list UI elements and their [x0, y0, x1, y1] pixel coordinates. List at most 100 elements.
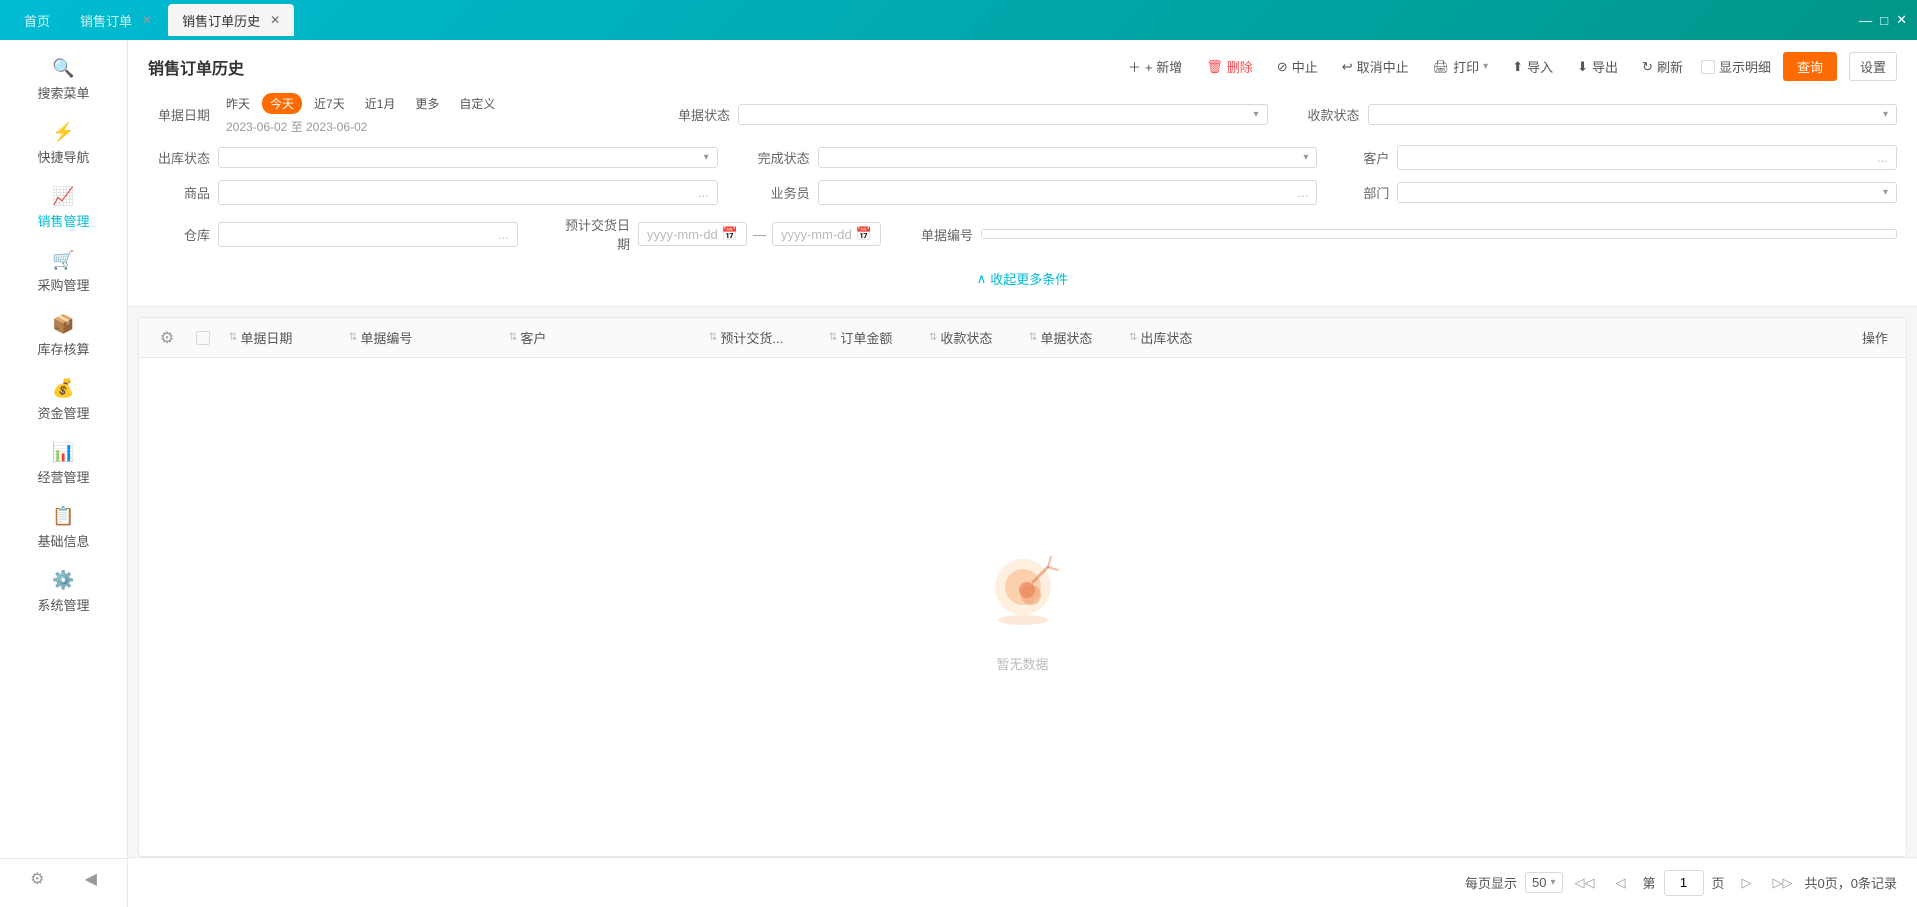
sidebar-item-inventory[interactable]: 📦 库存核算 [0, 304, 127, 368]
th-docno[interactable]: ⇅ 单据编号 [341, 328, 501, 347]
new-button[interactable]: ＋ + 新增 [1122, 53, 1188, 80]
sort-pay-status-icon: ⇅ [929, 332, 937, 343]
tab-sales-order-history[interactable]: 销售订单历史 ✕ [168, 4, 294, 36]
prev-page-icon: ◁ [1616, 875, 1626, 891]
warehouse-ellipsis[interactable]: ... [498, 227, 509, 242]
collapse-button[interactable]: ∧ 收起更多条件 [148, 263, 1897, 294]
th-stock-status[interactable]: ⇅ 出库状态 [1121, 328, 1241, 347]
delivery-date-start[interactable]: yyyy-mm-dd 📅 [638, 222, 747, 246]
date-opt-yesterday[interactable]: 昨天 [218, 93, 258, 114]
tab-sales-order[interactable]: 销售订单 ✕ [66, 4, 166, 36]
sidebar-item-basic-info[interactable]: 📋 基础信息 [0, 496, 127, 560]
sidebar-item-sales[interactable]: 📈 销售管理 [0, 176, 127, 240]
prev-page-button[interactable]: ◁ [1607, 869, 1635, 897]
search-icon: 🔍 [52, 58, 74, 79]
refresh-button[interactable]: ↻ 刷新 [1636, 53, 1689, 80]
show-detail-control[interactable]: 显示明细 [1701, 57, 1771, 76]
th-amount[interactable]: ⇅ 订单金额 [821, 328, 921, 347]
customer-ellipsis[interactable]: ... [1877, 150, 1888, 165]
page-input[interactable] [1664, 870, 1704, 896]
tab-sales-order-history-close[interactable]: ✕ [270, 13, 280, 27]
select-all-checkbox[interactable] [196, 331, 210, 345]
tab-bar: 首页 销售订单 ✕ 销售订单历史 ✕ [10, 0, 1859, 40]
sort-amount-icon: ⇅ [829, 332, 837, 343]
receipt-status-arrow-icon: ▾ [1883, 109, 1888, 120]
settings-button[interactable]: 设置 [1849, 52, 1897, 81]
sort-docno-icon: ⇅ [349, 332, 357, 343]
table-select-all[interactable] [185, 331, 221, 345]
date-opt-custom[interactable]: 自定义 [451, 93, 503, 114]
th-customer[interactable]: ⇅ 客户 [501, 328, 701, 347]
last-page-button[interactable]: ▷▷ [1769, 869, 1797, 897]
delete-button[interactable]: 🗑 删除 [1200, 53, 1259, 80]
date-filter: 昨天 今天 近7天 近1月 更多 自定义 2023-06-02 至 2023-0… [218, 93, 618, 135]
sidebar-item-system-label: 系统管理 [37, 595, 89, 614]
complete-select[interactable]: ▾ [818, 147, 1318, 168]
inventory-icon: 📦 [52, 314, 74, 335]
complete-label: 完成状态 [758, 148, 818, 167]
delivery-date-range: yyyy-mm-dd 📅 — yyyy-mm-dd 📅 [638, 222, 881, 246]
sidebar: 🔍 搜索菜单 ⚡ 快捷导航 📈 销售管理 🛒 采购管理 📦 库存核算 💰 资金管… [0, 40, 128, 907]
first-page-button[interactable]: ◁◁ [1571, 869, 1599, 897]
main-layout: 🔍 搜索菜单 ⚡ 快捷导航 📈 销售管理 🛒 采购管理 📦 库存核算 💰 资金管… [0, 40, 1917, 907]
sidebar-item-system[interactable]: ⚙️ 系统管理 [0, 560, 127, 624]
doc-number-input[interactable] [981, 229, 1897, 239]
dept-arrow-icon: ▾ [1883, 187, 1888, 198]
sidebar-collapse-icon[interactable]: ◀ [85, 869, 97, 889]
empty-state: 暂无数据 [139, 358, 1906, 856]
print-button[interactable]: 🖨 打印 ▾ [1427, 53, 1495, 80]
sidebar-settings-icon[interactable]: ⚙ [30, 869, 44, 889]
th-date[interactable]: ⇅ 单据日期 [221, 328, 341, 347]
last-page-icon: ▷▷ [1773, 875, 1793, 891]
query-button[interactable]: 查询 [1783, 52, 1837, 81]
filter-row-3: 商品 ... 业务员 ... 部门 [148, 180, 1897, 205]
th-doc-status[interactable]: ⇅ 单据状态 [1021, 328, 1121, 347]
tab-sales-order-label: 销售订单 [80, 11, 132, 30]
salesperson-ellipsis[interactable]: ... [1298, 185, 1309, 200]
close-button[interactable]: ✕ [1896, 12, 1907, 28]
dept-select[interactable]: ▾ [1397, 182, 1897, 203]
export-button[interactable]: ⬇ 导出 [1571, 53, 1624, 80]
receipt-status-select[interactable]: ▾ [1368, 104, 1898, 125]
sidebar-item-purchase[interactable]: 🛒 采购管理 [0, 240, 127, 304]
table-settings-button[interactable]: ⚙ [149, 328, 185, 348]
cancel-stop-button[interactable]: ↩ 取消中止 [1336, 53, 1415, 80]
print-label: 打印 [1453, 57, 1479, 76]
delivery-date-end[interactable]: yyyy-mm-dd 📅 [772, 222, 881, 246]
date-opt-7days[interactable]: 近7天 [306, 93, 353, 114]
minimize-button[interactable]: — [1859, 13, 1872, 28]
doc-status-select[interactable]: ▾ [738, 104, 1268, 125]
tab-home[interactable]: 首页 [10, 4, 64, 36]
product-ellipsis[interactable]: ... [698, 185, 709, 200]
customer-input[interactable]: ... [1397, 145, 1897, 170]
tab-home-label: 首页 [24, 11, 50, 30]
query-label: 查询 [1797, 57, 1823, 76]
print-arrow-icon: ▾ [1483, 61, 1488, 72]
sidebar-item-finance[interactable]: 💰 资金管理 [0, 368, 127, 432]
sidebar-item-purchase-label: 采购管理 [37, 275, 89, 294]
maximize-button[interactable]: □ [1880, 13, 1888, 28]
th-delivery-label: 预计交货... [720, 328, 783, 347]
th-delivery[interactable]: ⇅ 预计交货... [701, 328, 821, 347]
salesperson-input[interactable]: ... [818, 180, 1318, 205]
empty-text: 暂无数据 [996, 654, 1048, 673]
stop-button[interactable]: ⊘ 中止 [1271, 53, 1324, 80]
delivery-date-label: 预计交货日期 [558, 215, 638, 253]
tab-sales-order-close[interactable]: ✕ [142, 13, 152, 27]
doc-status-arrow-icon: ▾ [1253, 109, 1258, 120]
import-button[interactable]: ⬆ 导入 [1506, 53, 1559, 80]
date-opt-1month[interactable]: 近1月 [357, 93, 404, 114]
next-page-button[interactable]: ▷ [1733, 869, 1761, 897]
page-size-select[interactable]: 50 ▾ [1525, 872, 1563, 893]
date-opt-today[interactable]: 今天 [262, 93, 302, 114]
stock-out-select[interactable]: ▾ [218, 147, 718, 168]
product-input[interactable]: ... [218, 180, 718, 205]
th-pay-status[interactable]: ⇅ 收款状态 [921, 328, 1021, 347]
show-detail-checkbox[interactable] [1701, 60, 1715, 74]
th-date-label: 单据日期 [240, 328, 292, 347]
warehouse-input[interactable]: ... [218, 222, 518, 247]
sidebar-item-management[interactable]: 📊 经营管理 [0, 432, 127, 496]
sidebar-item-quicknav[interactable]: ⚡ 快捷导航 [0, 112, 127, 176]
sidebar-item-search[interactable]: 🔍 搜索菜单 [0, 48, 127, 112]
date-opt-more[interactable]: 更多 [407, 93, 447, 114]
